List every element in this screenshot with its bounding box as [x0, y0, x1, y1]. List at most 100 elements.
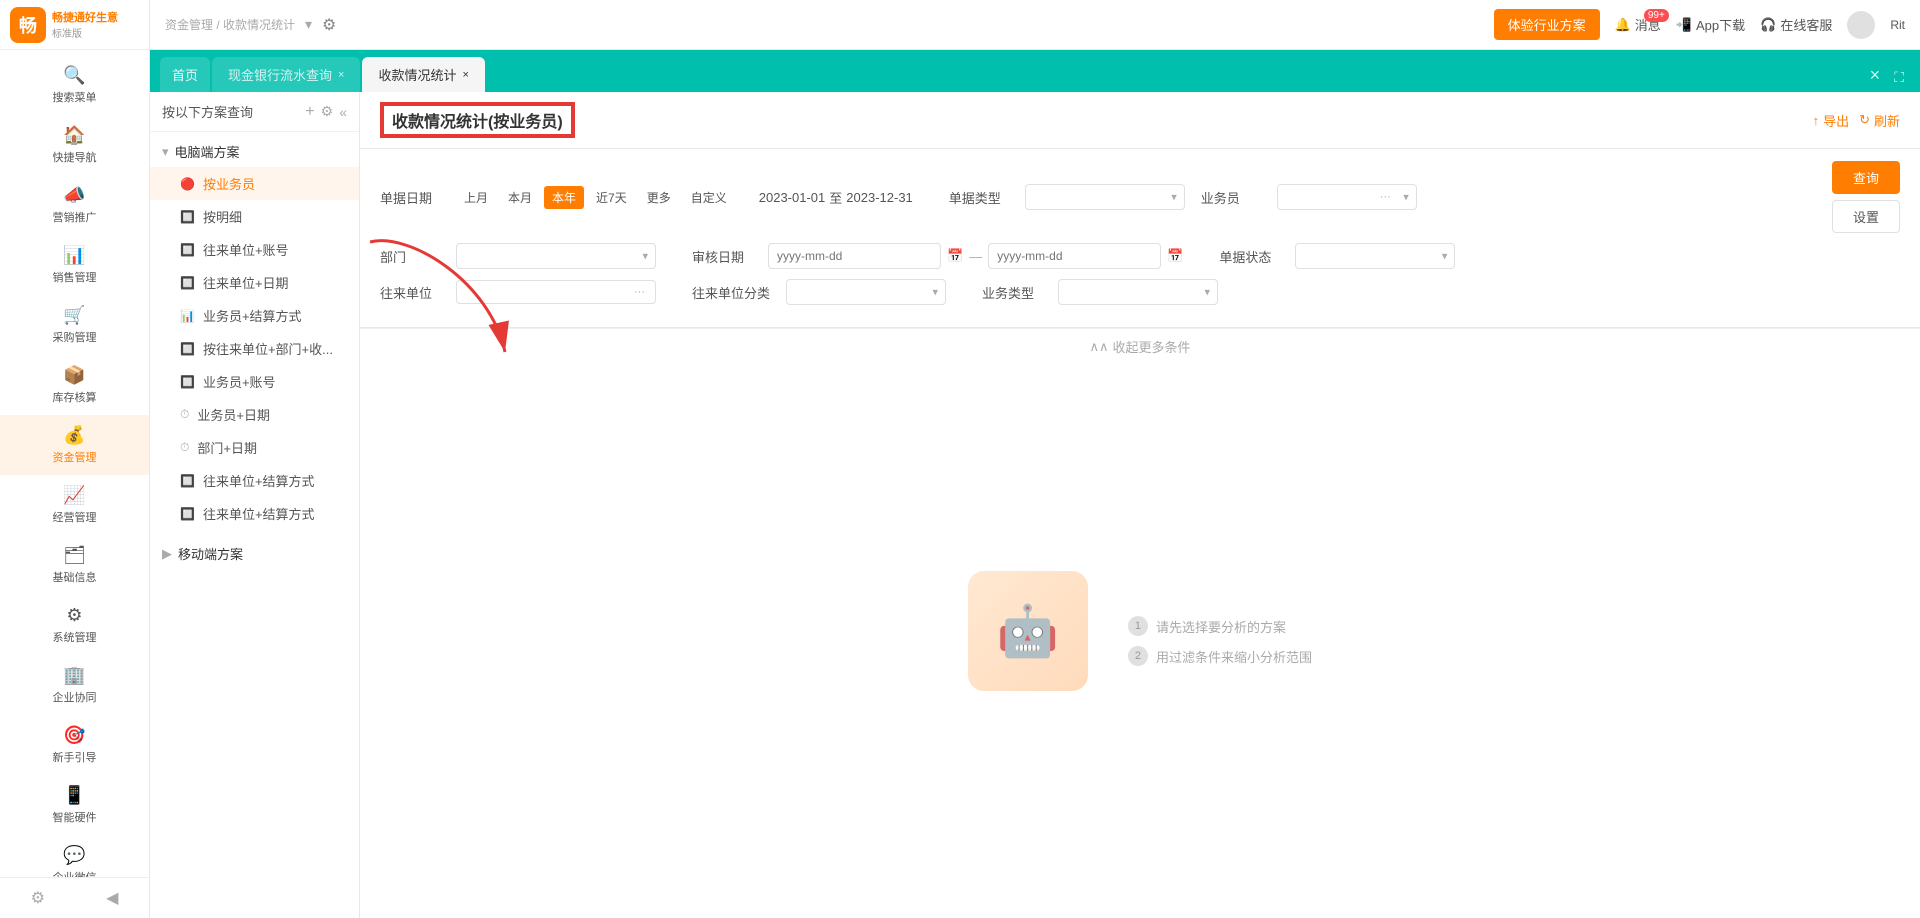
sidebar-item-wechat[interactable]: 💬 企业微信 [0, 835, 149, 877]
doc-type-select[interactable] [1025, 184, 1185, 210]
sidebar-item-sales[interactable]: 📊 销售管理 [0, 235, 149, 295]
sidebar-item-search[interactable]: 🔍 搜索菜单 [0, 55, 149, 115]
tab-bank-close[interactable]: × [338, 69, 344, 81]
app-name: 畅捷通好生意 [52, 9, 118, 25]
header-gear-icon[interactable]: ⚙ [322, 15, 336, 35]
dept-date-icon: ⏱ [180, 440, 189, 455]
sidebar-purchase-label: 采购管理 [53, 329, 97, 345]
date-tab-this-month[interactable]: 本月 [500, 186, 540, 209]
online-service-btn[interactable]: 🎧 在线客服 [1760, 15, 1832, 34]
filter-row-3: 往来单位 ··· 往来单位分类 业务类型 [380, 279, 1900, 305]
export-button[interactable]: ↑ 导出 [1813, 111, 1850, 130]
tab-home[interactable]: 首页 [160, 57, 210, 92]
scheme-item-cp-account[interactable]: 🔲 往来单位+账号 [150, 233, 359, 266]
sidebar-item-quicknav[interactable]: 🏠 快捷导航 [0, 115, 149, 175]
date-tab-more[interactable]: 更多 [639, 186, 679, 209]
user-avatar[interactable] [1847, 11, 1875, 39]
cp-date-icon: 🔲 [180, 276, 195, 290]
scheme-item-cp-date[interactable]: 🔲 往来单位+日期 [150, 266, 359, 299]
scheme-desktop-toggle[interactable]: ▾ 电脑端方案 [150, 136, 359, 167]
messages-btn[interactable]: 🔔 消息 99+ [1615, 15, 1661, 34]
cp-dept-label: 按往来单位+部门+收... [203, 339, 333, 358]
sidebar-item-finance[interactable]: 💰 资金管理 [0, 415, 149, 475]
breadcrumb: 资金管理 / 收款情况统计 [165, 16, 295, 33]
scheme-settings-btn[interactable]: ⚙ [321, 103, 334, 120]
counterparty-input-wrapper[interactable]: ··· [456, 280, 656, 304]
sidebar-item-operations[interactable]: 📈 经营管理 [0, 475, 149, 535]
scheme-collapse-btn[interactable]: « [339, 104, 347, 120]
scheme-item-salesperson-settlement[interactable]: 📊 业务员+结算方式 [150, 299, 359, 332]
tab-receipt[interactable]: 收款情况统计 × [362, 57, 484, 92]
tab-receipt-close[interactable]: × [462, 69, 468, 81]
tab-maximize[interactable]: ⛶ [1888, 63, 1910, 92]
scheme-item-detail[interactable]: 🔲 按明细 [150, 200, 359, 233]
salesperson-select[interactable] [1277, 184, 1417, 210]
cp-category-select[interactable] [786, 279, 946, 305]
doc-type-label: 单据类型 [949, 188, 1009, 207]
query-button[interactable]: 查询 [1832, 161, 1900, 194]
date-tab-7days[interactable]: 近7天 [588, 186, 635, 209]
footer-collapse-btn[interactable]: ◀ [106, 888, 118, 908]
doc-status-select[interactable] [1295, 243, 1455, 269]
scheme-panel-actions: + ⚙ « [305, 103, 347, 121]
counterparty-more-btn[interactable]: ··· [634, 286, 645, 298]
sidebar-item-basic[interactable]: 🗂 基础信息 [0, 535, 149, 595]
sidebar-item-newbie[interactable]: 🎯 新手引导 [0, 715, 149, 775]
audit-date-from[interactable] [768, 243, 941, 269]
scheme-panel: 按以下方案查询 + ⚙ « ▾ 电脑端方案 🔴 按业务员 🔲 [150, 92, 360, 918]
audit-date-calendar-icon[interactable]: 📅 [947, 248, 963, 264]
marketing-icon: 📣 [63, 185, 85, 206]
date-tab-this-year[interactable]: 本年 [544, 186, 584, 209]
export-icon: ↑ [1813, 113, 1820, 128]
scheme-mobile-label: 移动端方案 [178, 544, 243, 563]
scheme-item-cp-settlement1[interactable]: 🔲 往来单位+结算方式 [150, 464, 359, 497]
tab-close-all[interactable]: × [1864, 59, 1887, 92]
sidebar-marketing-label: 营销推广 [53, 209, 97, 225]
date-tab-custom[interactable]: 自定义 [683, 186, 735, 209]
set-button[interactable]: 设置 [1832, 200, 1900, 233]
right-panel: 收款情况统计(按业务员) ↑ 导出 ↻ 刷新 单据日期 [360, 92, 1920, 918]
expand-icon: ▾ [162, 144, 169, 160]
footer-settings-btn[interactable]: ⚙ [31, 888, 45, 908]
audit-date-calendar-icon2[interactable]: 📅 [1167, 248, 1183, 264]
operations-icon: 📈 [63, 485, 85, 506]
collapse-more-btn[interactable]: ∧∧ 收起更多条件 [360, 328, 1920, 364]
scheme-item-sp-account[interactable]: 🔲 业务员+账号 [150, 365, 359, 398]
sidebar-inventory-label: 库存核算 [53, 389, 97, 405]
sp-date-label: 业务员+日期 [197, 405, 270, 424]
sidebar-basic-label: 基础信息 [53, 569, 97, 585]
trial-button[interactable]: 体验行业方案 [1494, 9, 1600, 40]
sidebar-sales-label: 销售管理 [53, 269, 97, 285]
sidebar-item-hardware[interactable]: 📱 智能硬件 [0, 775, 149, 835]
scheme-item-dept-date[interactable]: ⏱ 部门+日期 [150, 431, 359, 464]
content-area: 按以下方案查询 + ⚙ « ▾ 电脑端方案 🔴 按业务员 🔲 [150, 92, 1920, 918]
dept-select[interactable] [456, 243, 656, 269]
scheme-item-salesperson[interactable]: 🔴 按业务员 [150, 167, 359, 200]
sidebar-item-company[interactable]: 🏢 企业协同 [0, 655, 149, 715]
breadcrumb-dropdown[interactable]: ▾ [305, 16, 312, 33]
sidebar-item-purchase[interactable]: 🛒 采购管理 [0, 295, 149, 355]
sidebar-item-marketing[interactable]: 📣 营销推广 [0, 175, 149, 235]
messages-badge: 99+ [1644, 9, 1669, 22]
audit-date-to[interactable] [988, 243, 1161, 269]
scheme-group-mobile: ▶ 移动端方案 [150, 534, 359, 573]
app-download-btn[interactable]: 📲 App下载 [1676, 15, 1745, 34]
audit-date-group: 📅 — 📅 [768, 243, 1183, 269]
empty-illustration: 🤖 [968, 571, 1088, 691]
salesperson-more-btn[interactable]: ··· [1380, 191, 1391, 203]
refresh-button[interactable]: ↻ 刷新 [1859, 111, 1900, 130]
scheme-item-cp-dept[interactable]: 🔲 按往来单位+部门+收... [150, 332, 359, 365]
sidebar-item-system[interactable]: ⚙ 系统管理 [0, 595, 149, 655]
date-label: 单据日期 [380, 188, 440, 207]
scheme-panel-header: 按以下方案查询 + ⚙ « [150, 92, 359, 132]
sidebar-item-inventory[interactable]: 📦 库存核算 [0, 355, 149, 415]
date-tab-last-month[interactable]: 上月 [456, 186, 496, 209]
biz-type-select[interactable] [1058, 279, 1218, 305]
scheme-item-sp-date[interactable]: ⏱ 业务员+日期 [150, 398, 359, 431]
scheme-item-cp-settlement2[interactable]: 🔲 往来单位+结算方式 [150, 497, 359, 530]
service-icon: 🎧 [1760, 17, 1776, 33]
tab-bank[interactable]: 现金银行流水查询 × [212, 57, 360, 92]
scheme-add-btn[interactable]: + [305, 103, 314, 121]
scheme-mobile-toggle[interactable]: ▶ 移动端方案 [150, 538, 359, 569]
refresh-icon: ↻ [1859, 112, 1870, 128]
